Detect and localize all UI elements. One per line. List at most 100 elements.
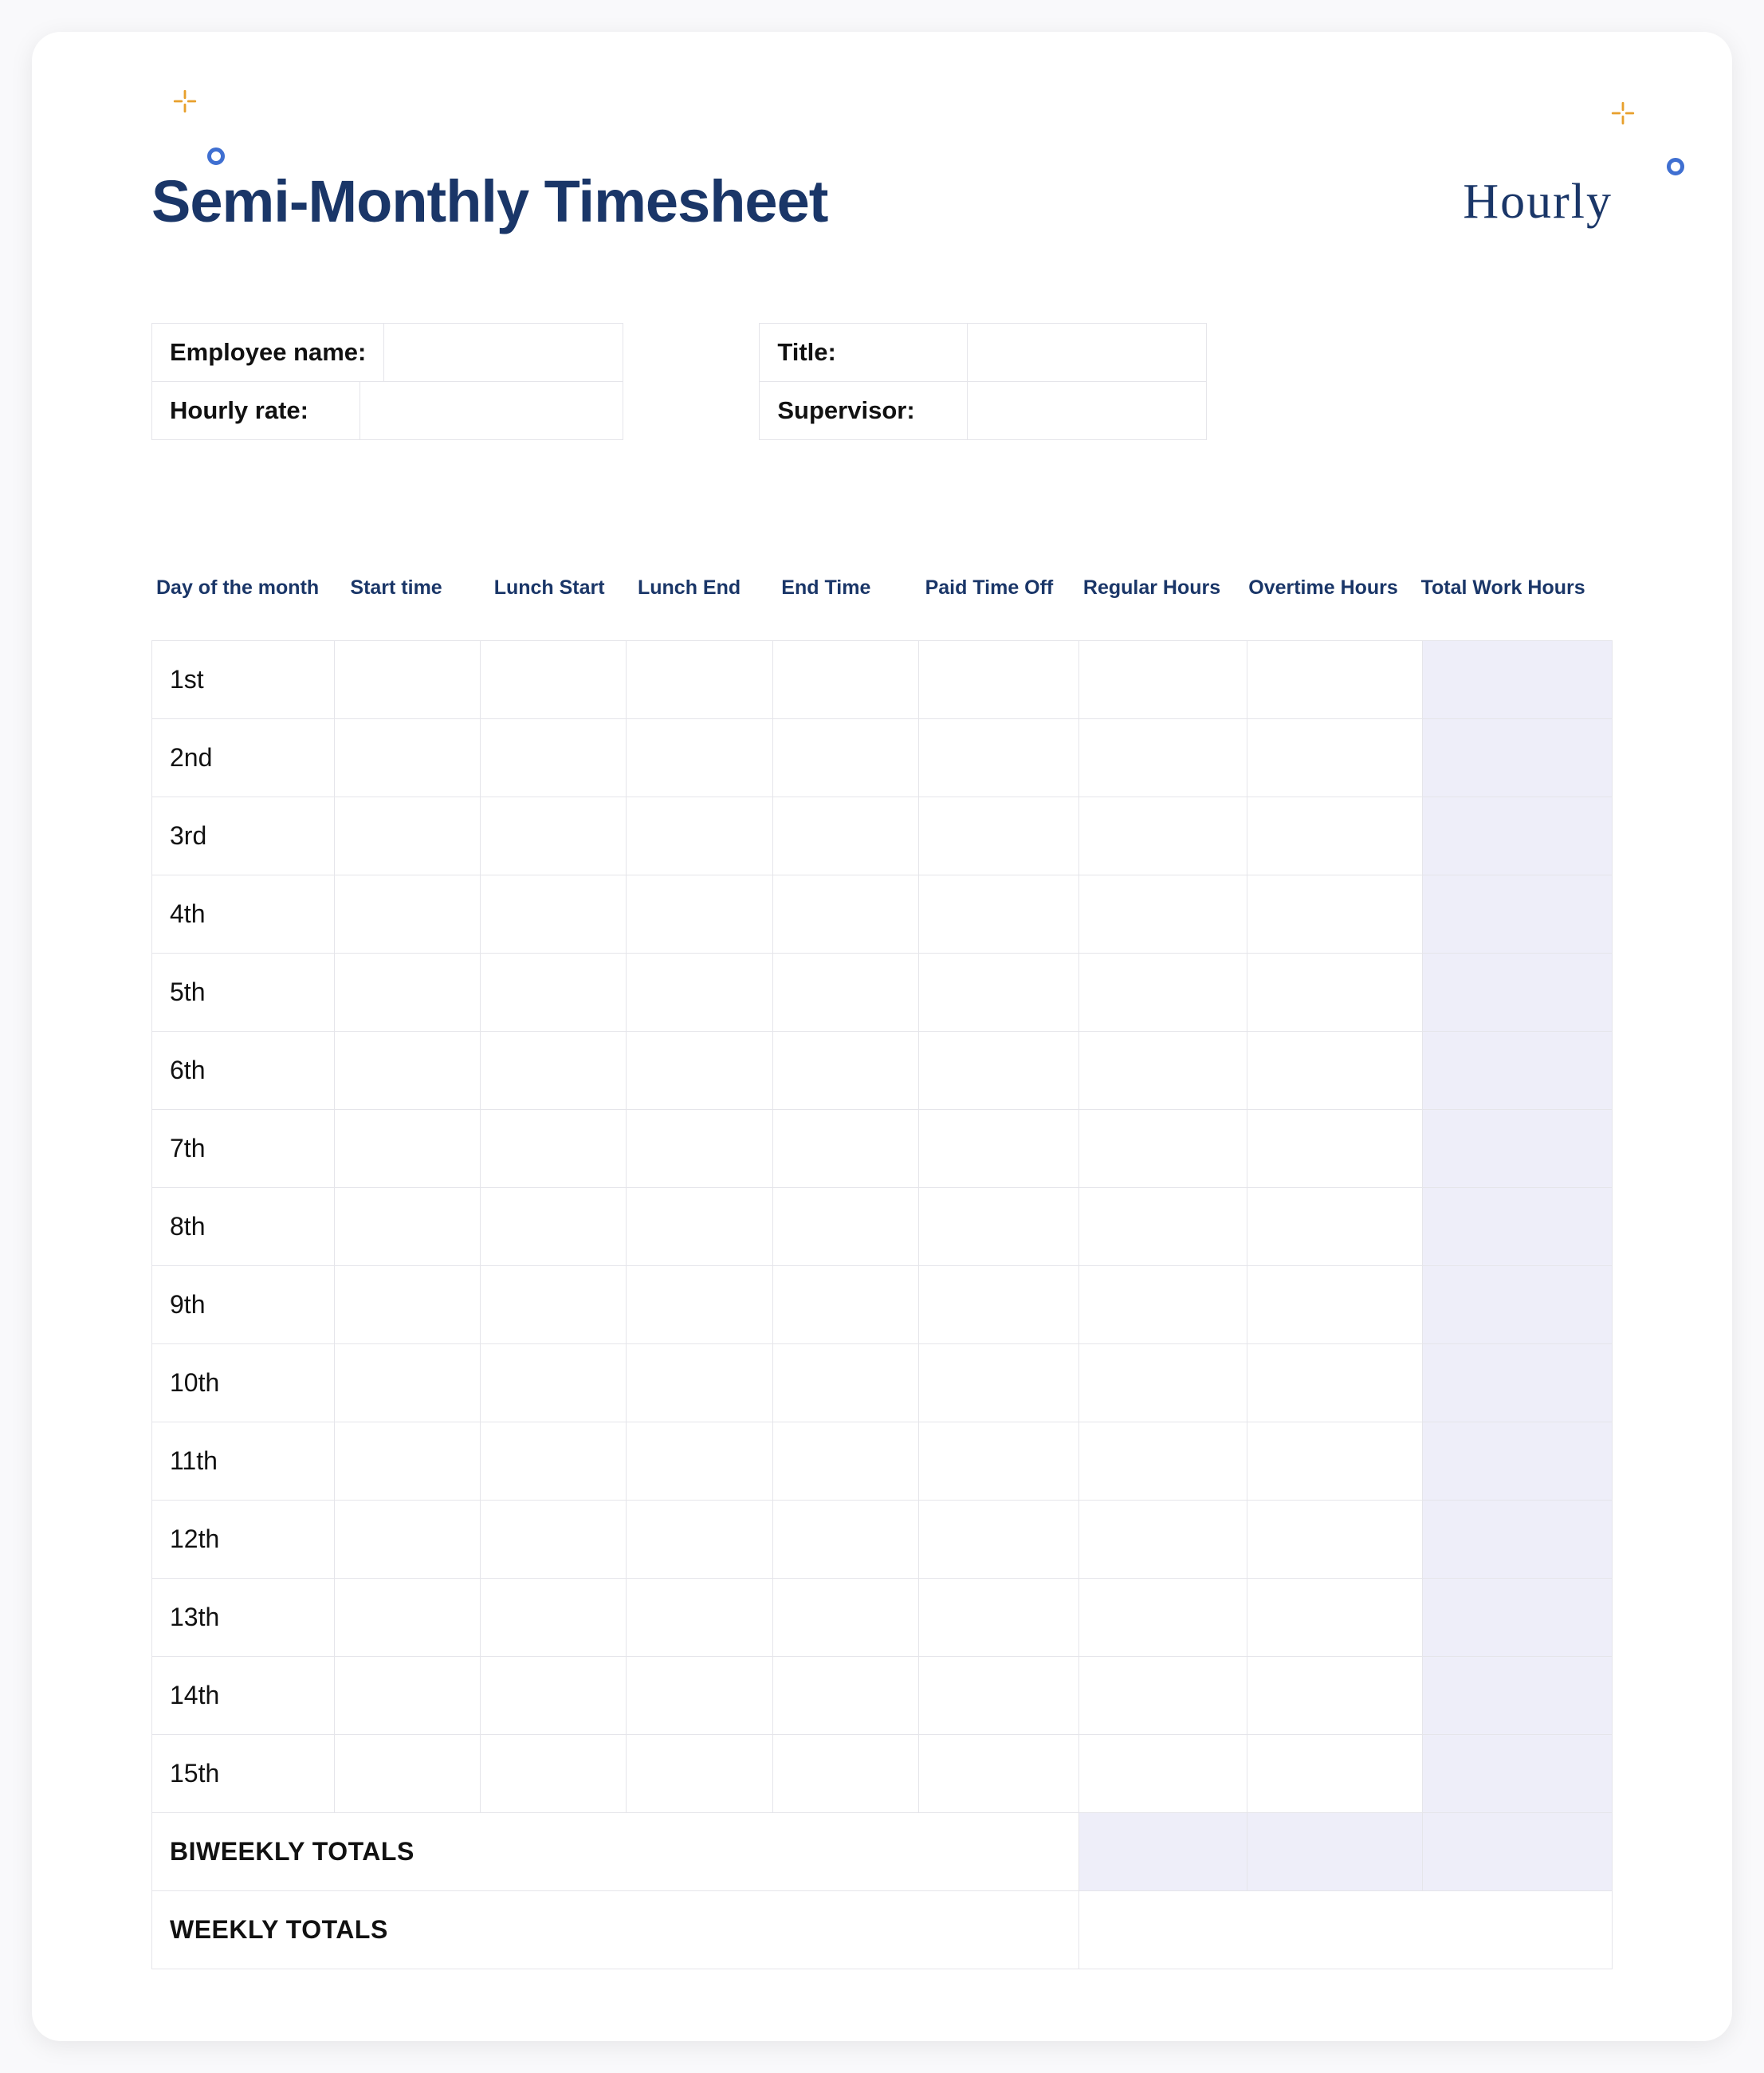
regular-cell[interactable] <box>1079 1735 1247 1813</box>
lunch-end-cell[interactable] <box>627 1110 772 1188</box>
overtime-cell[interactable] <box>1247 954 1422 1032</box>
lunch-end-cell[interactable] <box>627 1266 772 1344</box>
biweekly-total[interactable] <box>1422 1813 1612 1891</box>
pto-cell[interactable] <box>918 719 1079 797</box>
biweekly-overtime[interactable] <box>1247 1813 1422 1891</box>
overtime-cell[interactable] <box>1247 1579 1422 1657</box>
pto-cell[interactable] <box>918 1579 1079 1657</box>
overtime-cell[interactable] <box>1247 797 1422 875</box>
lunch-end-cell[interactable] <box>627 875 772 954</box>
employee-name-field[interactable] <box>383 324 623 381</box>
regular-cell[interactable] <box>1079 1422 1247 1501</box>
lunch-start-cell[interactable] <box>481 719 627 797</box>
lunch-start-cell[interactable] <box>481 875 627 954</box>
end-time-cell[interactable] <box>772 1266 918 1344</box>
pto-cell[interactable] <box>918 641 1079 719</box>
supervisor-field[interactable] <box>967 382 1206 439</box>
end-time-cell[interactable] <box>772 1501 918 1579</box>
start-time-cell[interactable] <box>335 954 481 1032</box>
lunch-start-cell[interactable] <box>481 1579 627 1657</box>
lunch-start-cell[interactable] <box>481 1422 627 1501</box>
lunch-start-cell[interactable] <box>481 1657 627 1735</box>
start-time-cell[interactable] <box>335 797 481 875</box>
overtime-cell[interactable] <box>1247 1422 1422 1501</box>
start-time-cell[interactable] <box>335 1735 481 1813</box>
lunch-start-cell[interactable] <box>481 1188 627 1266</box>
regular-cell[interactable] <box>1079 1188 1247 1266</box>
regular-cell[interactable] <box>1079 641 1247 719</box>
lunch-start-cell[interactable] <box>481 1032 627 1110</box>
start-time-cell[interactable] <box>335 1579 481 1657</box>
end-time-cell[interactable] <box>772 875 918 954</box>
regular-cell[interactable] <box>1079 719 1247 797</box>
end-time-cell[interactable] <box>772 1735 918 1813</box>
start-time-cell[interactable] <box>335 1110 481 1188</box>
regular-cell[interactable] <box>1079 1501 1247 1579</box>
overtime-cell[interactable] <box>1247 1501 1422 1579</box>
pto-cell[interactable] <box>918 875 1079 954</box>
end-time-cell[interactable] <box>772 1032 918 1110</box>
pto-cell[interactable] <box>918 1266 1079 1344</box>
regular-cell[interactable] <box>1079 1579 1247 1657</box>
lunch-start-cell[interactable] <box>481 1344 627 1422</box>
pto-cell[interactable] <box>918 1032 1079 1110</box>
lunch-start-cell[interactable] <box>481 1110 627 1188</box>
lunch-end-cell[interactable] <box>627 1735 772 1813</box>
overtime-cell[interactable] <box>1247 719 1422 797</box>
start-time-cell[interactable] <box>335 1032 481 1110</box>
regular-cell[interactable] <box>1079 1032 1247 1110</box>
lunch-end-cell[interactable] <box>627 797 772 875</box>
lunch-start-cell[interactable] <box>481 1266 627 1344</box>
start-time-cell[interactable] <box>335 1657 481 1735</box>
regular-cell[interactable] <box>1079 1110 1247 1188</box>
end-time-cell[interactable] <box>772 1579 918 1657</box>
lunch-start-cell[interactable] <box>481 1501 627 1579</box>
lunch-end-cell[interactable] <box>627 1344 772 1422</box>
overtime-cell[interactable] <box>1247 1188 1422 1266</box>
lunch-end-cell[interactable] <box>627 1032 772 1110</box>
pto-cell[interactable] <box>918 1422 1079 1501</box>
biweekly-regular[interactable] <box>1079 1813 1247 1891</box>
end-time-cell[interactable] <box>772 1110 918 1188</box>
lunch-end-cell[interactable] <box>627 1422 772 1501</box>
pto-cell[interactable] <box>918 797 1079 875</box>
regular-cell[interactable] <box>1079 1266 1247 1344</box>
title-field[interactable] <box>967 324 1206 381</box>
lunch-end-cell[interactable] <box>627 1579 772 1657</box>
pto-cell[interactable] <box>918 1735 1079 1813</box>
start-time-cell[interactable] <box>335 1188 481 1266</box>
start-time-cell[interactable] <box>335 1344 481 1422</box>
overtime-cell[interactable] <box>1247 1110 1422 1188</box>
lunch-end-cell[interactable] <box>627 1501 772 1579</box>
start-time-cell[interactable] <box>335 1422 481 1501</box>
lunch-end-cell[interactable] <box>627 719 772 797</box>
start-time-cell[interactable] <box>335 1266 481 1344</box>
start-time-cell[interactable] <box>335 1501 481 1579</box>
pto-cell[interactable] <box>918 1110 1079 1188</box>
overtime-cell[interactable] <box>1247 1657 1422 1735</box>
end-time-cell[interactable] <box>772 1657 918 1735</box>
lunch-end-cell[interactable] <box>627 1657 772 1735</box>
overtime-cell[interactable] <box>1247 1344 1422 1422</box>
overtime-cell[interactable] <box>1247 875 1422 954</box>
regular-cell[interactable] <box>1079 875 1247 954</box>
lunch-end-cell[interactable] <box>627 641 772 719</box>
end-time-cell[interactable] <box>772 1422 918 1501</box>
start-time-cell[interactable] <box>335 719 481 797</box>
end-time-cell[interactable] <box>772 797 918 875</box>
pto-cell[interactable] <box>918 1344 1079 1422</box>
start-time-cell[interactable] <box>335 875 481 954</box>
end-time-cell[interactable] <box>772 719 918 797</box>
regular-cell[interactable] <box>1079 954 1247 1032</box>
end-time-cell[interactable] <box>772 1188 918 1266</box>
overtime-cell[interactable] <box>1247 1266 1422 1344</box>
lunch-start-cell[interactable] <box>481 641 627 719</box>
weekly-total[interactable] <box>1079 1891 1613 1969</box>
lunch-start-cell[interactable] <box>481 1735 627 1813</box>
lunch-start-cell[interactable] <box>481 954 627 1032</box>
lunch-start-cell[interactable] <box>481 797 627 875</box>
end-time-cell[interactable] <box>772 641 918 719</box>
pto-cell[interactable] <box>918 1501 1079 1579</box>
regular-cell[interactable] <box>1079 1344 1247 1422</box>
overtime-cell[interactable] <box>1247 1735 1422 1813</box>
